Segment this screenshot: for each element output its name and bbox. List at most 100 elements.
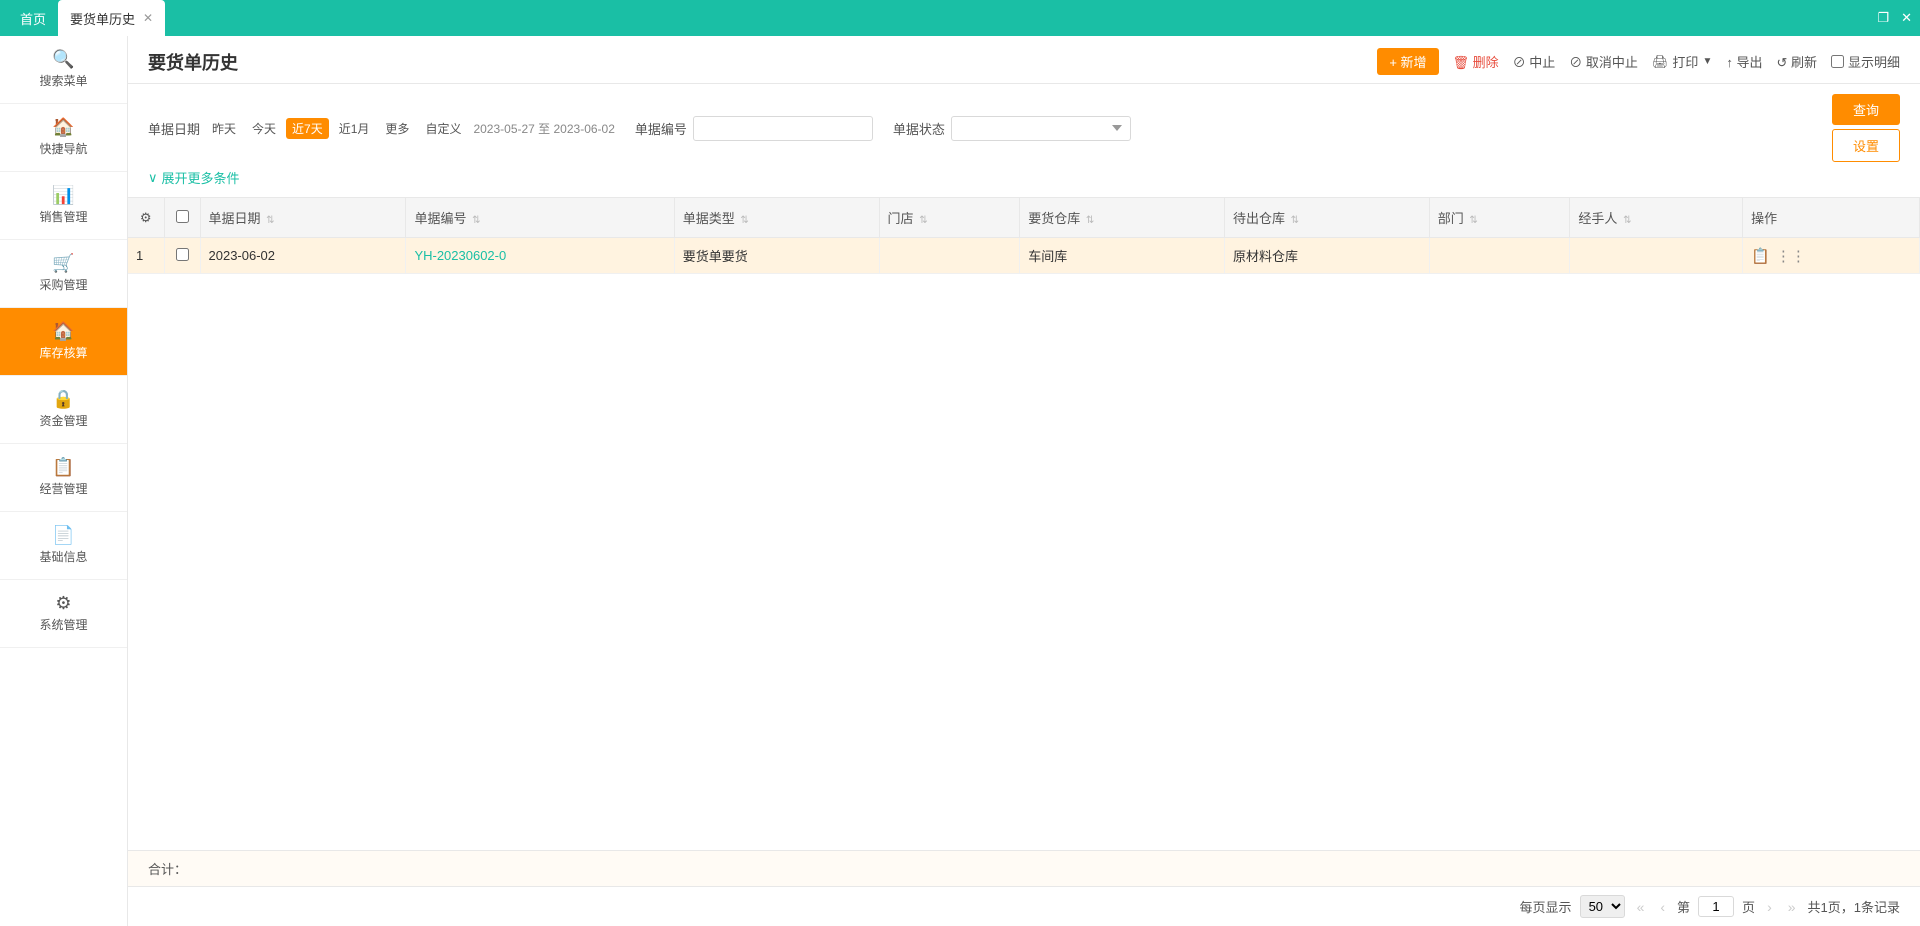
order-no-filter-group: 单据编号 <box>635 116 873 141</box>
date-filter-label: 单据日期 <box>148 119 200 138</box>
refresh-button[interactable]: ↺ 刷新 <box>1776 52 1817 71</box>
order-status-label: 单据状态 <box>893 119 945 138</box>
col-pending-warehouse[interactable]: 待出仓库 ⇅ <box>1224 198 1429 238</box>
table-row: 1 2023-06-02 YH-20230602-0 要货单要货 车间库 原材料… <box>128 238 1920 274</box>
add-button[interactable]: + 新增 <box>1377 48 1438 75</box>
sort-req-warehouse-icon: ⇅ <box>1086 215 1094 226</box>
col-req-warehouse[interactable]: 要货仓库 ⇅ <box>1020 198 1225 238</box>
window-close-icon[interactable]: ✕ <box>1901 10 1912 26</box>
row-req-warehouse: 车间库 <box>1020 238 1225 274</box>
sidebar-item-purchase-mgmt[interactable]: 🛒 采购管理 <box>0 240 127 308</box>
action-buttons: 查询 设置 <box>1832 94 1900 162</box>
sidebar: 🔍 搜索菜单 🏠 快捷导航 📊 销售管理 🛒 采购管理 🏠 库存核算 🔒 资金管… <box>0 36 128 926</box>
base-info-icon: 📄 <box>52 526 74 544</box>
row-date: 2023-06-02 <box>200 238 406 274</box>
filter-row: 单据日期 昨天 今天 近7天 近1月 更多 自定义 2023-05-27 至 2… <box>148 94 1900 162</box>
col-date[interactable]: 单据日期 ⇅ <box>200 198 406 238</box>
order-status-filter-group: 单据状态 <box>893 116 1131 141</box>
sidebar-item-finance-mgmt[interactable]: 🔒 资金管理 <box>0 376 127 444</box>
setting-button[interactable]: 设置 <box>1832 129 1900 162</box>
row-ops-cell: 📋 ⋮⋮ <box>1743 238 1920 274</box>
row-checkbox[interactable] <box>176 248 189 261</box>
page-suffix: 页 <box>1742 897 1755 916</box>
quick-nav-icon: 🏠 <box>52 118 74 136</box>
row-store <box>879 238 1020 274</box>
tab-home[interactable]: 首页 <box>8 0 58 36</box>
cancel-stop-button[interactable]: ⊘ 取消中止 <box>1569 52 1638 71</box>
export-button[interactable]: ↑ 导出 <box>1726 52 1762 71</box>
query-button[interactable]: 查询 <box>1832 94 1900 125</box>
row-department <box>1429 238 1570 274</box>
show-detail-checkbox-label[interactable]: 显示明细 <box>1831 52 1900 71</box>
tab-close-icon[interactable]: ✕ <box>143 11 153 25</box>
shortcut-today[interactable]: 今天 <box>246 118 282 139</box>
sidebar-item-quick-nav[interactable]: 🏠 快捷导航 <box>0 104 127 172</box>
row-order-no[interactable]: YH-20230602-0 <box>406 238 674 274</box>
next-page-button[interactable]: › <box>1763 897 1776 917</box>
col-handler[interactable]: 经手人 ⇅ <box>1570 198 1743 238</box>
main-layout: 🔍 搜索菜单 🏠 快捷导航 📊 销售管理 🛒 采购管理 🏠 库存核算 🔒 资金管… <box>0 36 1920 926</box>
per-page-select[interactable]: 50 <box>1580 895 1625 918</box>
col-order-type[interactable]: 单据类型 ⇅ <box>674 198 879 238</box>
col-store[interactable]: 门店 ⇅ <box>879 198 1020 238</box>
show-detail-checkbox[interactable] <box>1831 55 1844 68</box>
row-handler <box>1570 238 1743 274</box>
order-no-input[interactable] <box>693 116 873 141</box>
sort-handler-icon: ⇅ <box>1623 215 1631 226</box>
order-no-link[interactable]: YH-20230602-0 <box>414 248 506 263</box>
date-range-display: 2023-05-27 至 2023-06-02 <box>473 120 614 137</box>
last-page-button[interactable]: » <box>1784 897 1800 917</box>
row-checkbox-cell[interactable] <box>164 238 200 274</box>
page-header: 要货单历史 + 新增 🗑 删除 ⊘ 中止 ⊘ 取消中止 🖨 打印 ▼ ↑ 导出 … <box>128 36 1920 84</box>
sidebar-item-inventory[interactable]: 🏠 库存核算 <box>0 308 127 376</box>
inventory-icon: 🏠 <box>52 322 74 340</box>
row-index: 1 <box>128 238 164 274</box>
sidebar-item-system-mgmt[interactable]: ⚙ 系统管理 <box>0 580 127 648</box>
toolbar: + 新增 🗑 删除 ⊘ 中止 ⊘ 取消中止 🖨 打印 ▼ ↑ 导出 ↺ 刷新 显… <box>1377 48 1900 75</box>
sidebar-item-sales-mgmt[interactable]: 📊 销售管理 <box>0 172 127 240</box>
date-filter-group: 单据日期 昨天 今天 近7天 近1月 更多 自定义 2023-05-27 至 2… <box>148 118 615 139</box>
shortcut-more[interactable]: 更多 <box>379 118 415 139</box>
expand-more-button[interactable]: ∨ 展开更多条件 <box>148 168 1900 187</box>
order-status-select[interactable] <box>951 116 1131 141</box>
table-container: ⚙ 单据日期 ⇅ 单据编号 ⇅ 单据类型 <box>128 198 1920 850</box>
sidebar-item-base-info[interactable]: 📄 基础信息 <box>0 512 127 580</box>
filter-bar: 单据日期 昨天 今天 近7天 近1月 更多 自定义 2023-05-27 至 2… <box>128 84 1920 198</box>
sidebar-item-search-menu[interactable]: 🔍 搜索菜单 <box>0 36 127 104</box>
stop-button[interactable]: ⊘ 中止 <box>1513 52 1556 71</box>
sales-mgmt-icon: 📊 <box>52 186 74 204</box>
delete-button[interactable]: 🗑 删除 <box>1453 52 1499 71</box>
pagination: 每页显示 50 « ‹ 第 1 页 › » 共1页，1条记录 <box>128 886 1920 926</box>
prev-page-button[interactable]: ‹ <box>1656 897 1669 917</box>
restore-icon[interactable]: ❐ <box>1877 10 1889 26</box>
page-input[interactable]: 1 <box>1698 896 1734 917</box>
page-title: 要货单历史 <box>148 49 238 75</box>
shortcut-custom[interactable]: 自定义 <box>419 118 467 139</box>
shortcut-yesterday[interactable]: 昨天 <box>206 118 242 139</box>
content-area: 要货单历史 + 新增 🗑 删除 ⊘ 中止 ⊘ 取消中止 🖨 打印 ▼ ↑ 导出 … <box>128 36 1920 926</box>
system-mgmt-icon: ⚙ <box>55 594 71 612</box>
search-menu-icon: 🔍 <box>52 50 74 68</box>
col-order-no[interactable]: 单据编号 ⇅ <box>406 198 674 238</box>
order-no-label: 单据编号 <box>635 119 687 138</box>
first-page-button[interactable]: « <box>1633 897 1649 917</box>
date-shortcuts: 昨天 今天 近7天 近1月 更多 自定义 <box>206 118 467 139</box>
sort-date-icon: ⇅ <box>266 215 274 226</box>
select-all-checkbox[interactable] <box>176 210 189 223</box>
sidebar-item-operations-mgmt[interactable]: 📋 经营管理 <box>0 444 127 512</box>
row-more-icon[interactable]: ⋮⋮ <box>1776 247 1806 265</box>
shortcut-last7days[interactable]: 近7天 <box>286 118 329 139</box>
total-label: 合计： <box>148 862 187 877</box>
row-edit-icon[interactable]: 📋 <box>1751 247 1770 265</box>
purchase-mgmt-icon: 🛒 <box>52 254 74 272</box>
shortcut-last1month[interactable]: 近1月 <box>333 118 376 139</box>
print-icon: 🖨 <box>1652 54 1669 70</box>
row-pending-warehouse: 原材料仓库 <box>1224 238 1429 274</box>
ops-icons: 📋 ⋮⋮ <box>1751 247 1911 265</box>
col-checkbox[interactable] <box>164 198 200 238</box>
tab-requisition-history[interactable]: 要货单历史 ✕ <box>58 0 165 36</box>
col-settings[interactable]: ⚙ <box>128 198 164 238</box>
print-button[interactable]: 🖨 打印 ▼ <box>1652 52 1712 71</box>
col-department[interactable]: 部门 ⇅ <box>1429 198 1570 238</box>
sort-department-icon: ⇅ <box>1469 215 1477 226</box>
